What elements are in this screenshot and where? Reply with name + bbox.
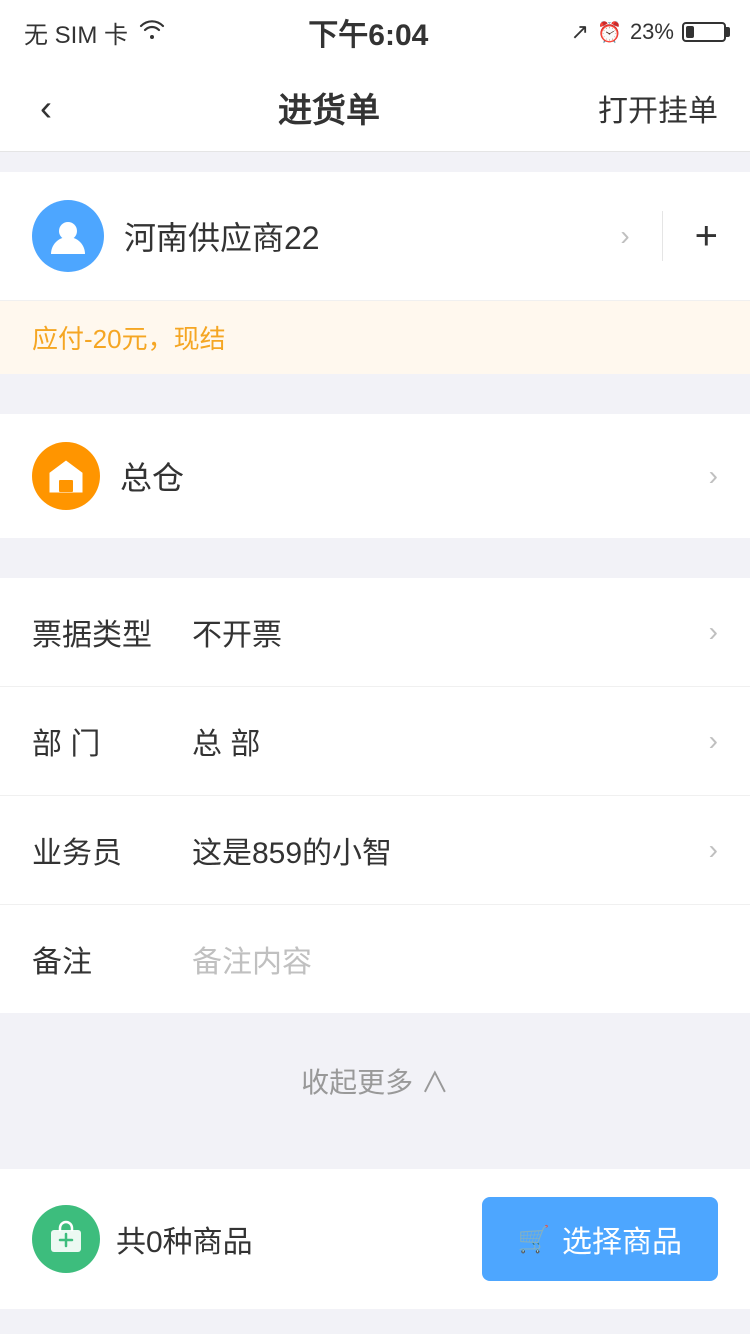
remark-row[interactable]: 备注 备注内容: [0, 905, 750, 1013]
form-section: 票据类型 不开票 › 部 门 总 部 › 业务员 这是859的小智 › 备注 备…: [0, 578, 750, 1013]
page-content: 河南供应商22 › + 应付-20元，现结 总仓 › 票据类型 不开票: [0, 152, 750, 1334]
warehouse-name: 总仓: [120, 453, 709, 499]
status-right: ↗ ⏰ 23%: [571, 19, 726, 45]
supplier-divider: [662, 211, 663, 261]
department-value: 总 部: [172, 719, 709, 763]
salesperson-row[interactable]: 业务员 这是859的小智 ›: [0, 796, 750, 905]
bottom-bar: 共0种商品 🛒 选择商品: [0, 1169, 750, 1309]
select-product-button[interactable]: 🛒 选择商品: [482, 1197, 718, 1281]
wifi-icon: [138, 18, 166, 46]
open-pending-button[interactable]: 打开挂单: [598, 86, 718, 130]
remark-label: 备注: [32, 937, 172, 981]
battery-bar: [682, 22, 726, 42]
collapse-row[interactable]: 收起更多 ∧: [0, 1033, 750, 1129]
product-count-area: 共0种商品: [32, 1205, 253, 1273]
warehouse-chevron-icon: ›: [709, 460, 718, 492]
page-title: 进货单: [278, 83, 380, 132]
department-row[interactable]: 部 门 总 部 ›: [0, 687, 750, 796]
status-time: 下午6:04: [308, 10, 428, 54]
alarm-icon: ⏰: [597, 20, 622, 45]
remark-input[interactable]: 备注内容: [172, 937, 718, 981]
supplier-notice: 应付-20元，现结: [0, 301, 750, 374]
section-gap-3: [0, 538, 750, 558]
battery-percent: 23%: [630, 19, 674, 45]
location-icon: ↗: [571, 19, 589, 45]
status-left: 无 SIM 卡: [24, 15, 166, 50]
invoice-type-chevron-icon: ›: [709, 616, 718, 648]
collapse-label: 收起更多 ∧: [301, 1061, 449, 1101]
status-bar: 无 SIM 卡 下午6:04 ↗ ⏰ 23%: [0, 0, 750, 64]
invoice-type-row[interactable]: 票据类型 不开票 ›: [0, 578, 750, 687]
nav-bar: ‹ 进货单 打开挂单: [0, 64, 750, 152]
product-count-text: 共0种商品: [116, 1217, 253, 1261]
supplier-row[interactable]: 河南供应商22 › +: [0, 172, 750, 301]
salesperson-value: 这是859的小智: [172, 828, 709, 872]
section-gap-1: [0, 152, 750, 172]
carrier-label: 无 SIM 卡: [24, 15, 128, 50]
supplier-add-button[interactable]: +: [695, 214, 718, 259]
supplier-card: 河南供应商22 › + 应付-20元，现结: [0, 172, 750, 374]
warehouse-card[interactable]: 总仓 ›: [0, 414, 750, 538]
warehouse-row[interactable]: 总仓 ›: [0, 414, 750, 538]
department-label: 部 门: [32, 719, 172, 763]
invoice-type-label: 票据类型: [32, 610, 172, 654]
warehouse-icon: [32, 442, 100, 510]
department-chevron-icon: ›: [709, 725, 718, 757]
supplier-name: 河南供应商22: [124, 213, 620, 259]
select-btn-icon: 🛒: [518, 1224, 550, 1255]
section-gap-2: [0, 374, 750, 394]
salesperson-chevron-icon: ›: [709, 834, 718, 866]
supplier-chevron-icon: ›: [620, 220, 629, 252]
salesperson-label: 业务员: [32, 828, 172, 872]
product-icon: [32, 1205, 100, 1273]
supplier-avatar: [32, 200, 104, 272]
select-btn-label: 选择商品: [562, 1217, 682, 1261]
back-button[interactable]: ‹: [32, 79, 60, 137]
invoice-type-value: 不开票: [172, 610, 709, 654]
section-gap-4: [0, 1129, 750, 1149]
